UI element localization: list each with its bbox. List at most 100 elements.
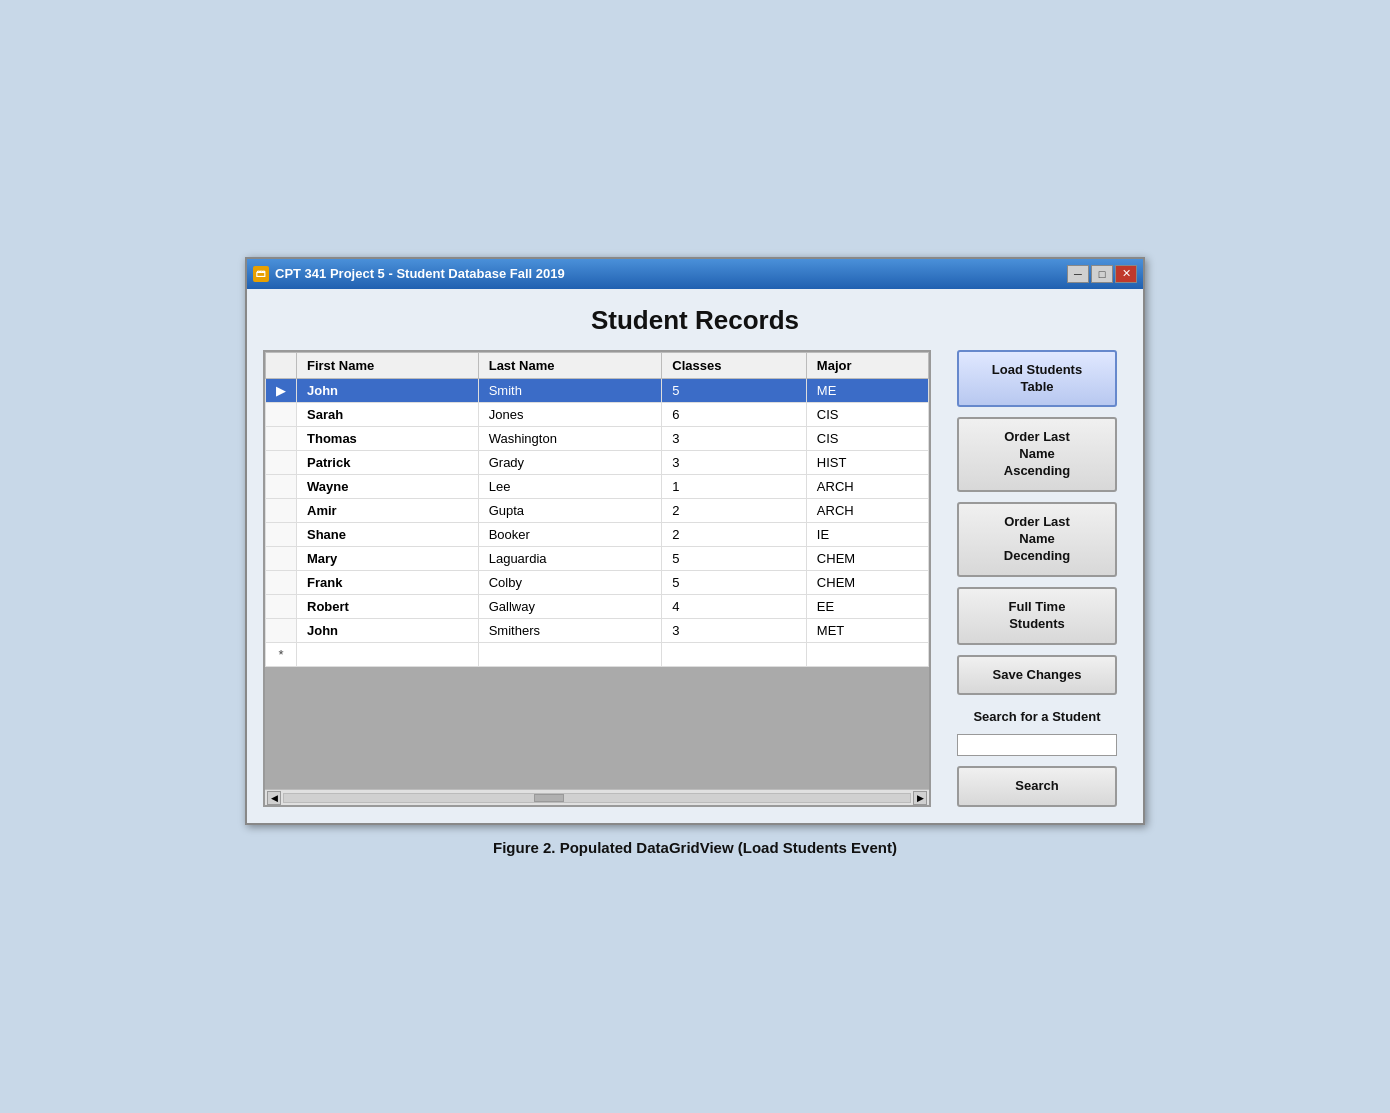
table-row[interactable]: SarahJones6CIS xyxy=(266,402,929,426)
table-row[interactable]: JohnSmithers3MET xyxy=(266,618,929,642)
row-indicator xyxy=(266,402,297,426)
row-indicator xyxy=(266,498,297,522)
cell-first-name: Sarah xyxy=(297,402,479,426)
search-input[interactable] xyxy=(957,734,1117,756)
new-row-cell xyxy=(806,642,928,666)
cell-first-name: John xyxy=(297,378,479,402)
table-row[interactable]: AmirGupta2ARCH xyxy=(266,498,929,522)
cell-major: MET xyxy=(806,618,928,642)
cell-major: ARCH xyxy=(806,474,928,498)
application-window: 🗃 CPT 341 Project 5 - Student Database F… xyxy=(245,257,1145,826)
new-row-cell xyxy=(662,642,807,666)
figure-caption: Figure 2. Populated DataGridView (Load S… xyxy=(493,839,897,856)
cell-classes: 2 xyxy=(662,498,807,522)
cell-last-name: Lee xyxy=(478,474,662,498)
new-row-indicator: * xyxy=(266,642,297,666)
table-row[interactable]: MaryLaguardia5CHEM xyxy=(266,546,929,570)
sidebar: Load StudentsTable Order LastNameAscendi… xyxy=(947,350,1127,808)
cell-first-name: Frank xyxy=(297,570,479,594)
app-icon: 🗃 xyxy=(253,266,269,282)
scroll-right-arrow[interactable]: ▶ xyxy=(913,791,927,805)
table-row[interactable]: PatrickGrady3HIST xyxy=(266,450,929,474)
minimize-button[interactable]: ─ xyxy=(1067,265,1089,283)
cell-first-name: Robert xyxy=(297,594,479,618)
new-row-cell xyxy=(478,642,662,666)
student-table: First Name Last Name Classes Major ▶John… xyxy=(265,352,929,667)
indicator-header xyxy=(266,352,297,378)
table-row[interactable]: WayneLee1ARCH xyxy=(266,474,929,498)
search-label: Search for a Student xyxy=(973,709,1100,724)
row-indicator xyxy=(266,450,297,474)
maximize-button[interactable]: □ xyxy=(1091,265,1113,283)
horizontal-scrollbar: ◀ ▶ xyxy=(265,789,929,805)
title-bar-left: 🗃 CPT 341 Project 5 - Student Database F… xyxy=(253,266,565,282)
cell-last-name: Laguardia xyxy=(478,546,662,570)
outer-wrapper: 🗃 CPT 341 Project 5 - Student Database F… xyxy=(245,257,1145,857)
scroll-thumb[interactable] xyxy=(534,794,564,802)
cell-classes: 6 xyxy=(662,402,807,426)
order-asc-button[interactable]: Order LastNameAscending xyxy=(957,417,1117,492)
save-changes-button[interactable]: Save Changes xyxy=(957,655,1117,696)
scroll-left-arrow[interactable]: ◀ xyxy=(267,791,281,805)
cell-last-name: Gallway xyxy=(478,594,662,618)
row-indicator xyxy=(266,522,297,546)
close-button[interactable]: ✕ xyxy=(1115,265,1137,283)
cell-first-name: Amir xyxy=(297,498,479,522)
full-time-button[interactable]: Full TimeStudents xyxy=(957,587,1117,645)
search-button[interactable]: Search xyxy=(957,766,1117,807)
cell-classes: 3 xyxy=(662,450,807,474)
cell-last-name: Booker xyxy=(478,522,662,546)
cell-last-name: Smith xyxy=(478,378,662,402)
title-bar: 🗃 CPT 341 Project 5 - Student Database F… xyxy=(247,259,1143,289)
cell-classes: 5 xyxy=(662,546,807,570)
table-row[interactable]: ▶JohnSmith5ME xyxy=(266,378,929,402)
cell-last-name: Grady xyxy=(478,450,662,474)
cell-last-name: Jones xyxy=(478,402,662,426)
load-students-button[interactable]: Load StudentsTable xyxy=(957,350,1117,408)
title-bar-controls: ─ □ ✕ xyxy=(1067,265,1137,283)
cell-major: CHEM xyxy=(806,546,928,570)
row-indicator xyxy=(266,618,297,642)
cell-major: CIS xyxy=(806,402,928,426)
table-row[interactable]: ThomasWashington3CIS xyxy=(266,426,929,450)
row-indicator xyxy=(266,546,297,570)
cell-major: EE xyxy=(806,594,928,618)
cell-first-name: Thomas xyxy=(297,426,479,450)
table-row[interactable]: FrankColby5CHEM xyxy=(266,570,929,594)
page-title: Student Records xyxy=(263,305,1127,336)
cell-major: CHEM xyxy=(806,570,928,594)
col-last-name: Last Name xyxy=(478,352,662,378)
cell-classes: 4 xyxy=(662,594,807,618)
cell-classes: 5 xyxy=(662,570,807,594)
table-row[interactable]: RobertGallway4EE xyxy=(266,594,929,618)
row-indicator xyxy=(266,594,297,618)
cell-first-name: Wayne xyxy=(297,474,479,498)
new-row[interactable]: * xyxy=(266,642,929,666)
row-indicator xyxy=(266,426,297,450)
table-section: First Name Last Name Classes Major ▶John… xyxy=(263,350,931,808)
col-classes: Classes xyxy=(662,352,807,378)
cell-first-name: John xyxy=(297,618,479,642)
row-indicator xyxy=(266,474,297,498)
scroll-track[interactable] xyxy=(283,793,911,803)
window-title: CPT 341 Project 5 - Student Database Fal… xyxy=(275,266,565,281)
main-area: First Name Last Name Classes Major ▶John… xyxy=(263,350,1127,808)
cell-first-name: Shane xyxy=(297,522,479,546)
cell-classes: 3 xyxy=(662,618,807,642)
cell-classes: 5 xyxy=(662,378,807,402)
cell-major: ME xyxy=(806,378,928,402)
cell-first-name: Patrick xyxy=(297,450,479,474)
table-header-row: First Name Last Name Classes Major xyxy=(266,352,929,378)
table-row[interactable]: ShaneBooker2IE xyxy=(266,522,929,546)
window-content: Student Records First Name Last Name Cla… xyxy=(247,289,1143,824)
cell-last-name: Smithers xyxy=(478,618,662,642)
cell-last-name: Gupta xyxy=(478,498,662,522)
order-desc-button[interactable]: Order LastNameDecending xyxy=(957,502,1117,577)
cell-major: ARCH xyxy=(806,498,928,522)
cell-last-name: Colby xyxy=(478,570,662,594)
col-first-name: First Name xyxy=(297,352,479,378)
gray-area xyxy=(265,667,929,790)
new-row-cell xyxy=(297,642,479,666)
cell-major: CIS xyxy=(806,426,928,450)
row-indicator: ▶ xyxy=(266,378,297,402)
